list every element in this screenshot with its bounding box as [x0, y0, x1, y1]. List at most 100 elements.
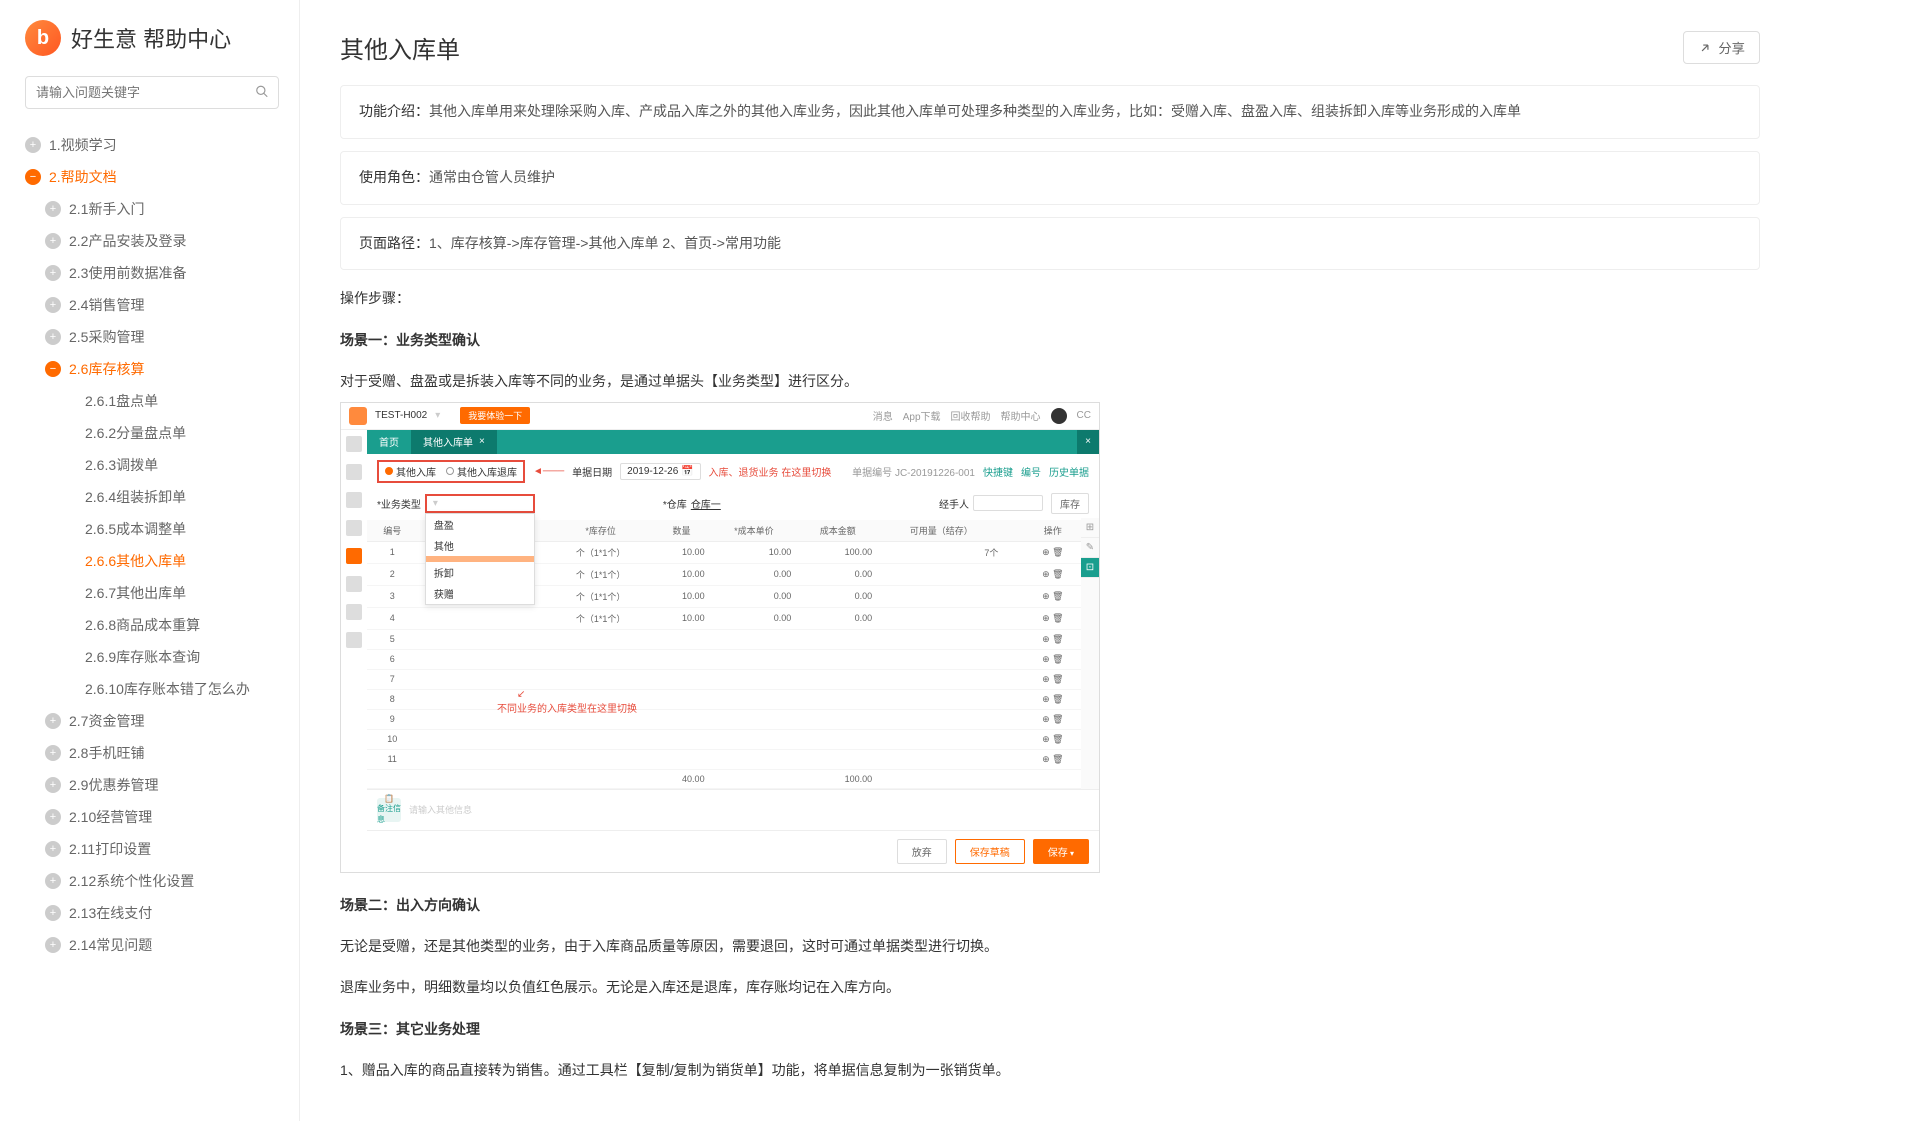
ss-rightstrip-item[interactable]: ⊡ [1081, 558, 1099, 578]
table-row[interactable]: 9⊕ 🗑 [367, 709, 1081, 729]
ss-link-history[interactable]: 历史单据 [1049, 464, 1089, 479]
ss-save-button[interactable]: 保存 [1033, 839, 1089, 864]
nav-item[interactable]: +2.13在线支付 [25, 897, 279, 929]
search-input[interactable] [25, 76, 279, 109]
nav-item[interactable]: +2.11打印设置 [25, 833, 279, 865]
logo[interactable]: b 好生意 帮助中心 [25, 20, 279, 56]
nav-item[interactable]: +2.5采购管理 [25, 321, 279, 353]
ss-leftnav-item-active[interactable] [346, 548, 362, 564]
nav-item[interactable]: 2.6.2分量盘点单 [25, 417, 279, 449]
share-button[interactable]: 分享 [1683, 31, 1760, 64]
ss-dropdown-item[interactable]: 拆卸 [426, 562, 534, 583]
ss-leftnav-item[interactable] [346, 576, 362, 592]
plus-icon: + [45, 841, 61, 857]
info-intro: 功能介绍：其他入库单用来处理除采购入库、产成品入库之外的其他入库业务，因此其他入… [340, 85, 1760, 139]
nav-item[interactable]: 2.6.7其他出库单 [25, 577, 279, 609]
ss-leftnav-item[interactable] [346, 604, 362, 620]
ss-leftnav-item[interactable] [346, 520, 362, 536]
close-icon[interactable]: × [479, 436, 485, 447]
ss-radio-return[interactable]: 其他入库退库 [457, 464, 517, 479]
ss-link-number[interactable]: 编号 [1021, 464, 1041, 479]
ss-dropdown-item[interactable]: 盘盈 [426, 514, 534, 535]
ss-note-input[interactable]: 请输入其他信息 [409, 803, 1089, 816]
ss-doc-type-radio[interactable]: 其他入库 其他入库退库 [377, 460, 525, 483]
nav-item[interactable]: 2.6.4组装拆卸单 [25, 481, 279, 513]
nav-item[interactable]: +2.2产品安装及登录 [25, 225, 279, 257]
nav-item[interactable]: +2.7资金管理 [25, 705, 279, 737]
search-icon[interactable] [255, 84, 269, 101]
nav-item[interactable]: +2.8手机旺铺 [25, 737, 279, 769]
nav-label: 2.6.2分量盘点单 [85, 423, 186, 443]
nav-item[interactable]: +2.10经营管理 [25, 801, 279, 833]
ss-leftnav-item[interactable] [346, 492, 362, 508]
nav-item[interactable]: 2.6.6其他入库单 [25, 545, 279, 577]
main-content: 其他入库单 分享 功能介绍：其他入库单用来处理除采购入库、产成品入库之外的其他入… [300, 0, 1800, 1121]
nav-item[interactable]: +2.1新手入门 [25, 193, 279, 225]
nav-label: 2.10经营管理 [69, 807, 152, 827]
ss-leftnav-item[interactable] [346, 632, 362, 648]
ss-th: *成本单价 [711, 520, 798, 542]
info-text: 1、库存核算->库存管理->其他入库单 2、首页->常用功能 [429, 235, 781, 251]
nav-item[interactable]: +2.12系统个性化设置 [25, 865, 279, 897]
plus-icon: + [45, 713, 61, 729]
nav-item[interactable]: +2.9优惠券管理 [25, 769, 279, 801]
ss-top-help[interactable]: 帮助中心 [1001, 408, 1041, 423]
ss-biztype-dropdown[interactable]: ▾ 盘盈 其他 拆卸 获赠 [425, 494, 535, 513]
ss-radio-in[interactable]: 其他入库 [396, 464, 436, 479]
ss-stock-button[interactable]: 库存 [1051, 493, 1089, 514]
table-row[interactable]: 5⊕ 🗑 [367, 629, 1081, 649]
ss-dropdown-item[interactable]: 获赠 [426, 583, 534, 604]
ss-tab-close-all[interactable]: × [1077, 430, 1099, 454]
ss-draft-button[interactable]: 保存草稿 [955, 839, 1025, 864]
ss-top-app[interactable]: App下载 [903, 408, 941, 423]
ss-leftnav [341, 430, 367, 872]
info-role: 使用角色：通常由仓管人员维护 [340, 151, 1760, 205]
ss-leftnav-item[interactable] [346, 464, 362, 480]
nav-item[interactable]: +1.视频学习 [25, 129, 279, 161]
nav-item[interactable]: 2.6.8商品成本重算 [25, 609, 279, 641]
nav-label: 2.6.8商品成本重算 [85, 615, 200, 635]
ss-discard-button[interactable]: 放弃 [897, 839, 947, 864]
table-row[interactable]: 10⊕ 🗑 [367, 729, 1081, 749]
nav-item[interactable]: 2.6.3调拨单 [25, 449, 279, 481]
nav-item[interactable]: 2.6.5成本调整单 [25, 513, 279, 545]
nav-label: 2.6库存核算 [69, 359, 144, 379]
logo-icon: b [25, 20, 61, 56]
embedded-screenshot: TEST-H002 ▾ 我要体验一下 消息 App下载 回收帮助 帮助中心 CC [340, 402, 1100, 873]
scene2-text1: 无论是受赠，还是其他类型的业务，由于入库商品质量等原因，需要退回，这时可通过单据… [340, 934, 1760, 959]
ss-rightstrip-item[interactable]: ✎ [1081, 538, 1099, 558]
ss-link-hotkey[interactable]: 快捷键 [983, 464, 1013, 479]
ss-top-msg[interactable]: 消息 [873, 408, 893, 423]
ss-username: CC [1077, 410, 1091, 421]
nav-item[interactable]: +2.4销售管理 [25, 289, 279, 321]
ss-leftnav-item[interactable] [346, 436, 362, 452]
nav-item[interactable]: 2.6.1盘点单 [25, 385, 279, 417]
scene3-title: 场景三：其它业务处理 [340, 1017, 1760, 1042]
ss-date-input[interactable]: 2019-12-26 📅 [620, 463, 700, 480]
ss-tab-home[interactable]: 首页 [367, 430, 411, 454]
ss-rightstrip-item[interactable]: ⊞ [1081, 518, 1099, 538]
nav-label: 2.6.3调拨单 [85, 455, 158, 475]
nav-item[interactable]: −2.帮助文档 [25, 161, 279, 193]
nav-item[interactable]: 2.6.10库存账本错了怎么办 [25, 673, 279, 705]
ss-top-recycle[interactable]: 回收帮助 [951, 408, 991, 423]
ss-tab-active[interactable]: 其他入库单× [411, 430, 497, 454]
table-row[interactable]: 11⊕ 🗑 [367, 749, 1081, 769]
ss-clerk-input[interactable] [973, 495, 1043, 511]
ss-warehouse-val[interactable]: 仓库一 [691, 496, 721, 511]
table-row[interactable]: 4个（1*1个）10.000.000.00⊕ 🗑 [367, 607, 1081, 629]
ss-trial-badge[interactable]: 我要体验一下 [460, 407, 530, 424]
plus-icon: + [45, 329, 61, 345]
nav-item[interactable]: 2.6.9库存账本查询 [25, 641, 279, 673]
table-row[interactable]: 7⊕ 🗑 [367, 669, 1081, 689]
table-row[interactable]: 8⊕ 🗑 [367, 689, 1081, 709]
table-row[interactable]: 6⊕ 🗑 [367, 649, 1081, 669]
ss-annotation-1: 入库、退货业务 在这里切换 [709, 464, 832, 479]
ss-avatar[interactable] [1051, 408, 1067, 424]
nav-item[interactable]: +2.14常见问题 [25, 929, 279, 961]
nav-item[interactable]: +2.3使用前数据准备 [25, 257, 279, 289]
ss-dropdown-item[interactable]: 其他 [426, 535, 534, 556]
nav-item[interactable]: −2.6库存核算 [25, 353, 279, 385]
nav-label: 2.9优惠券管理 [69, 775, 158, 795]
ss-docno-label: 单据编号 [852, 468, 892, 479]
